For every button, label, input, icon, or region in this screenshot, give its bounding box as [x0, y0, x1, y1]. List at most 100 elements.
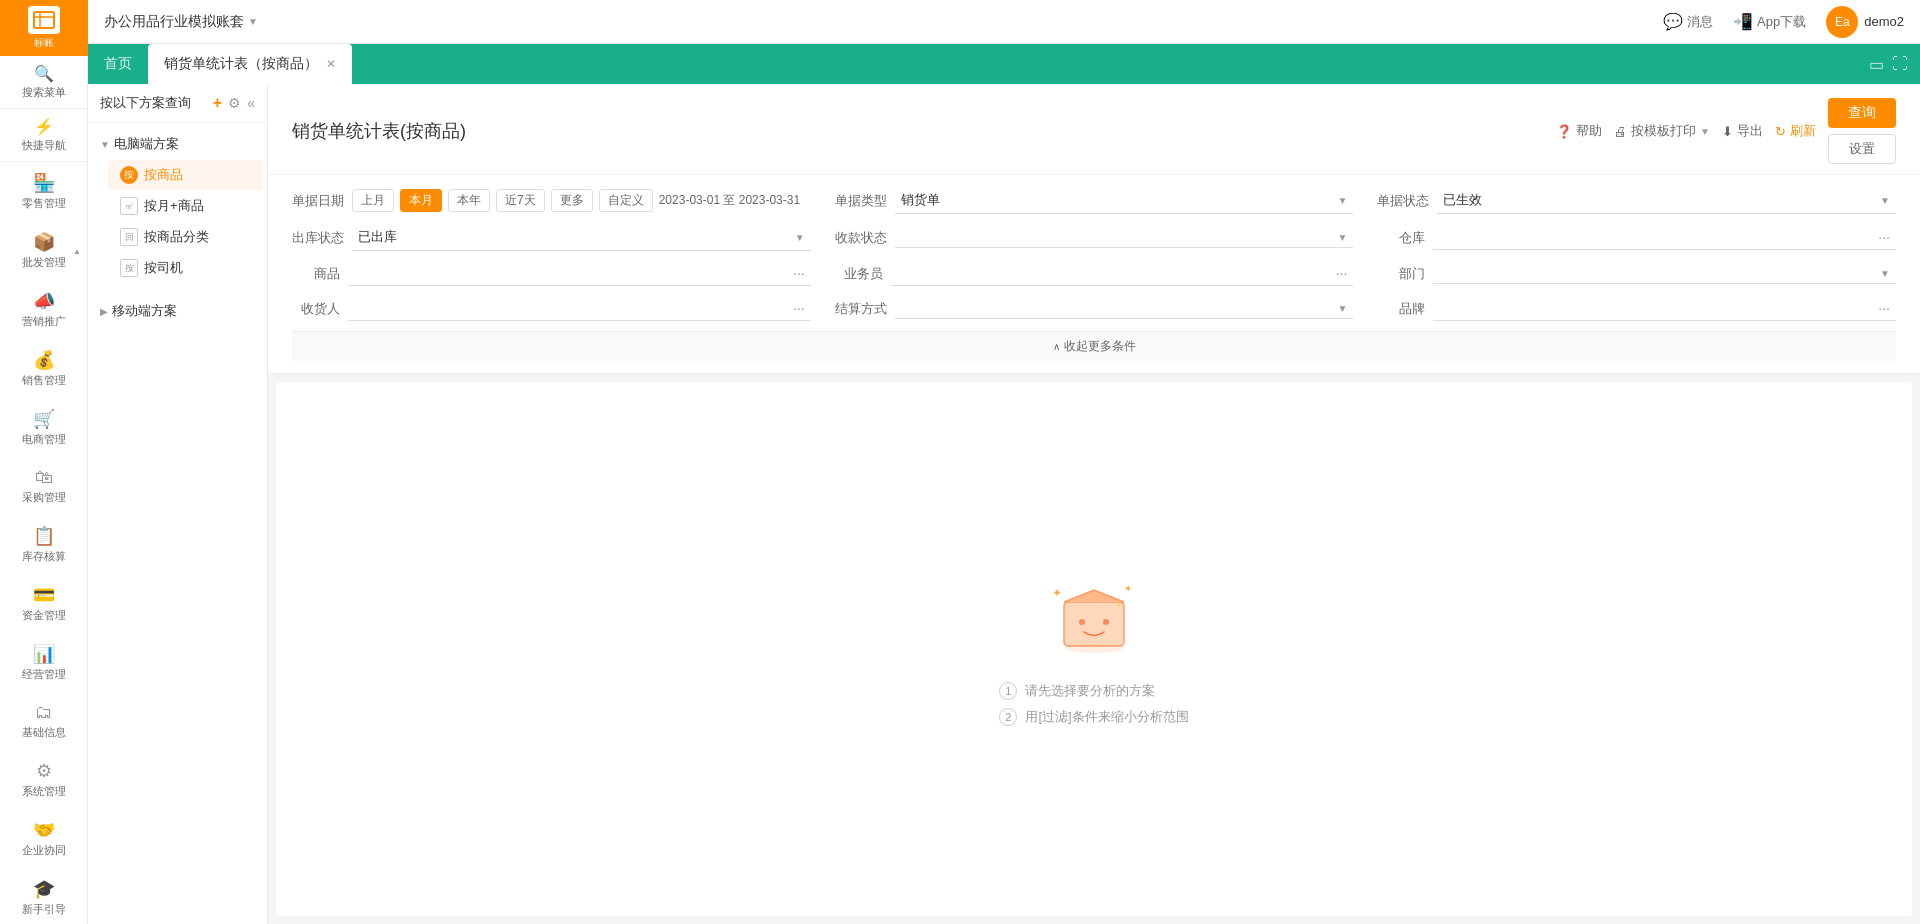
date-btn-this-year[interactable]: 本年 — [448, 189, 490, 212]
sidebar-logo[interactable]: 标账 — [0, 0, 88, 56]
empty-state: ✦ ✦ ✦ 1 请先选择要分析的方案 2 用[过滤]条件来缩小分析范围 — [276, 382, 1912, 916]
app-selector[interactable]: 办公用品行业模拟账套 ▼ — [104, 13, 258, 31]
refresh-label: 刷新 — [1790, 122, 1816, 140]
sidebar-item-enterprise[interactable]: 🤝 企业协同 — [0, 809, 87, 868]
sidebar-item-inventory[interactable]: 📋 库存核算 — [0, 515, 87, 574]
user-avatar: Ea — [1826, 6, 1858, 38]
doctype-select[interactable]: 销货单 ▼ — [895, 187, 1354, 214]
quick-icon: ⚡ — [34, 117, 54, 136]
sidebar-search-item[interactable]: 🔍 搜索菜单 — [0, 56, 87, 109]
top-header: 办公用品行业模拟账套 ▼ 💬 消息 📲 App下载 Ea demo2 — [88, 0, 1920, 44]
tip-text-2: 用[过滤]条件来缩小分析范围 — [1025, 708, 1188, 726]
tree-child-label-driver: 按司机 — [144, 259, 183, 277]
sidebar-item-sales[interactable]: 💰 销售管理 — [0, 339, 87, 398]
svg-text:✦: ✦ — [1116, 600, 1123, 609]
settings-button[interactable]: 设置 — [1828, 134, 1896, 164]
tab-home[interactable]: 首页 — [88, 44, 148, 84]
recipient-label: 收货人 — [292, 300, 340, 318]
tab-maximize-icon[interactable]: ⛶ — [1892, 55, 1908, 73]
export-action[interactable]: ⬇ 导出 — [1722, 122, 1763, 140]
left-panel-settings-icon[interactable]: ⚙ — [228, 95, 241, 111]
marketing-icon: 📣 — [33, 290, 55, 312]
paymentstatus-arrow: ▼ — [1337, 232, 1347, 243]
message-action[interactable]: 💬 消息 — [1663, 12, 1713, 31]
staff-label: 业务员 — [835, 265, 883, 283]
paymentstatus-select[interactable]: ▼ — [895, 228, 1354, 248]
sidebar-item-purchase[interactable]: 🛍 采购管理 — [0, 457, 87, 515]
operations-icon: 📊 — [33, 643, 55, 665]
brand-select[interactable]: ··· — [1433, 296, 1896, 321]
right-content: 销货单统计表(按商品) ❓ 帮助 🖨 按模板打印 ▼ ⬇ 导出 — [268, 84, 1920, 924]
date-btn-last-month[interactable]: 上月 — [352, 189, 394, 212]
staff-select[interactable]: ··· — [891, 261, 1354, 286]
filter-date-item: 单据日期 上月 本月 本年 近7天 更多 自定义 2023-03-01 至 20… — [292, 189, 811, 212]
page-title-bar: 销货单统计表(按商品) ❓ 帮助 🖨 按模板打印 ▼ ⬇ 导出 — [268, 84, 1920, 175]
sidebar-item-wholesale[interactable]: 📦 批发管理 — [0, 221, 87, 280]
svg-text:✦: ✦ — [1124, 583, 1132, 594]
empty-tips: 1 请先选择要分析的方案 2 用[过滤]条件来缩小分析范围 — [999, 682, 1188, 726]
warehouse-select[interactable]: ··· — [1433, 225, 1896, 250]
tree-child-by-category[interactable]: 回 按商品分类 — [108, 222, 263, 252]
user-info[interactable]: Ea demo2 — [1826, 6, 1904, 38]
paymethod-select[interactable]: ▼ — [895, 299, 1354, 319]
tree-child-icon-driver: 按 — [120, 259, 138, 277]
warehouse-dots[interactable]: ··· — [1878, 229, 1890, 245]
goods-select[interactable]: ··· — [348, 261, 811, 286]
date-btn-more[interactable]: 更多 — [551, 189, 593, 212]
svg-rect-4 — [1064, 602, 1124, 646]
query-button[interactable]: 查询 — [1828, 98, 1896, 128]
brand-dots[interactable]: ··· — [1878, 300, 1890, 316]
print-arrow: ▼ — [1700, 126, 1710, 137]
sidebar-item-system[interactable]: ⚙ 系统管理 — [0, 750, 87, 809]
sidebar-nav: 🏪 零售管理 📦 批发管理 📣 营销推广 💰 销售管理 🛒 电商管理 🛍 采购管… — [0, 162, 87, 924]
tree-child-by-driver[interactable]: 按 按司机 — [108, 253, 263, 283]
left-panel-add-icon[interactable]: + — [213, 94, 222, 112]
tree-parent-desktop[interactable]: ▼ 电脑端方案 — [88, 129, 267, 159]
goods-dots[interactable]: ··· — [793, 265, 805, 281]
tree-parent-mobile[interactable]: ▶ 移动端方案 — [88, 296, 267, 326]
help-icon: ❓ — [1556, 124, 1572, 139]
dept-select[interactable]: ▼ — [1433, 264, 1896, 284]
recipient-select[interactable]: ··· — [348, 296, 811, 321]
sidebar-item-ecommerce[interactable]: 🛒 电商管理 — [0, 398, 87, 457]
sidebar-item-marketing[interactable]: 📣 营销推广 — [0, 280, 87, 339]
empty-illustration: ✦ ✦ ✦ — [1044, 572, 1144, 662]
sidebar-item-retail[interactable]: 🏪 零售管理 — [0, 162, 87, 221]
refresh-action[interactable]: ↻ 刷新 — [1775, 122, 1816, 140]
sidebar: 标账 🔍 搜索菜单 ⚡ 快捷导航 🏪 零售管理 📦 批发管理 📣 营销推广 💰 … — [0, 0, 88, 924]
app-download-label: App下载 — [1757, 13, 1806, 31]
collapse-button[interactable]: ∧ 收起更多条件 — [292, 331, 1896, 361]
avatar-text: Ea — [1835, 15, 1850, 29]
tree-child-by-month-goods[interactable]: ㎡ 按月+商品 — [108, 191, 263, 221]
app-download-action[interactable]: 📲 App下载 — [1733, 12, 1806, 31]
docstatus-select[interactable]: 已生效 ▼ — [1437, 187, 1896, 214]
sidebar-item-operations[interactable]: 📊 经营管理 — [0, 633, 87, 692]
help-action[interactable]: ❓ 帮助 — [1556, 122, 1602, 140]
date-btn-7days[interactable]: 近7天 — [496, 189, 545, 212]
print-action[interactable]: 🖨 按模板打印 ▼ — [1614, 122, 1710, 140]
tab-minimize-icon[interactable]: ▭ — [1869, 55, 1884, 74]
wholesale-icon: 📦 — [33, 231, 55, 253]
tree-child-by-goods[interactable]: 按 按商品 — [108, 160, 263, 190]
date-btn-custom[interactable]: 自定义 — [599, 189, 653, 212]
tab-close-icon[interactable]: ✕ — [326, 57, 336, 71]
tab-active[interactable]: 销货单统计表（按商品） ✕ — [148, 44, 352, 84]
staff-dots[interactable]: ··· — [1336, 265, 1348, 281]
left-panel-collapse-icon[interactable]: « — [247, 95, 255, 111]
date-btn-this-month[interactable]: 本月 — [400, 189, 442, 212]
sidebar-item-finance[interactable]: 💳 资金管理 — [0, 574, 87, 633]
filter-docstatus-item: 单据状态 已生效 ▼ — [1377, 187, 1896, 214]
tree-arrow-mobile: ▶ — [100, 306, 108, 317]
sidebar-item-newbie[interactable]: 🎓 新手引导 — [0, 868, 87, 924]
logo-icon — [28, 6, 60, 34]
brand-label: 品牌 — [1377, 300, 1425, 318]
operations-label: 经营管理 — [22, 667, 66, 682]
recipient-dots[interactable]: ··· — [793, 300, 805, 316]
tab-bar: 首页 销货单统计表（按商品） ✕ ▭ ⛶ — [88, 44, 1920, 84]
outstatus-select[interactable]: 已出库 ▼ — [352, 224, 811, 251]
sales-icon: 💰 — [33, 349, 55, 371]
tab-bar-actions: ▭ ⛶ — [1869, 55, 1920, 74]
export-icon: ⬇ — [1722, 124, 1733, 139]
sidebar-item-basic[interactable]: 🗂 基础信息 — [0, 692, 87, 750]
sidebar-quick-item[interactable]: ⚡ 快捷导航 — [0, 109, 87, 162]
